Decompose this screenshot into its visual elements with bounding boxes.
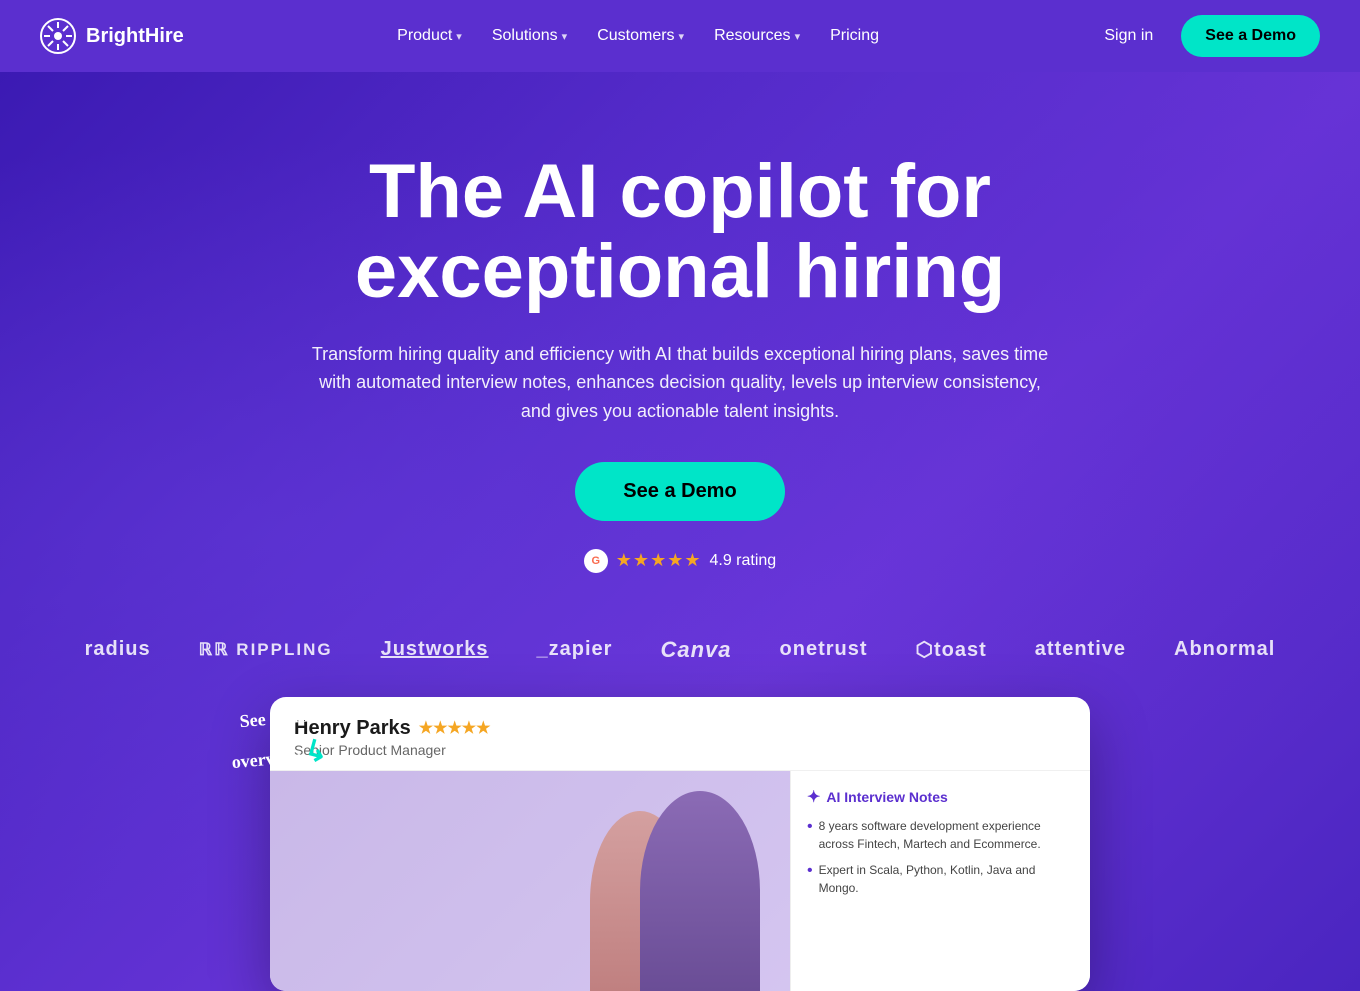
brand-abnormal: Abnormal [1174, 638, 1275, 661]
note-item-1: • 8 years software development experienc… [807, 817, 1074, 853]
logo-text: BrightHire [86, 25, 184, 48]
overview-annotation: See 1 min overview ↳ [230, 707, 327, 775]
chevron-down-icon: ▾ [456, 30, 462, 43]
nav-links: Product ▾ Solutions ▾ Customers ▾ Resour… [385, 19, 891, 53]
brand-zapier: _zapier [537, 638, 613, 661]
logo[interactable]: BrightHire [40, 18, 184, 54]
brand-rippling: ℝℝ RIPPLING [199, 640, 333, 660]
candidate-card: Henry Parks ★★★★★ Senior Product Manager… [270, 697, 1090, 991]
nav-resources[interactable]: Resources ▾ [702, 19, 812, 53]
nav-product[interactable]: Product ▾ [385, 19, 474, 53]
candidate-job-title: Senior Product Manager [294, 742, 1066, 758]
brand-onetrust: onetrust [780, 638, 868, 661]
star-icons: ★★★★★ [616, 550, 702, 571]
card-body: ✦ AI Interview Notes • 8 years software … [270, 771, 1090, 991]
video-placeholder [270, 771, 790, 991]
bullet-icon: • [807, 859, 813, 883]
person-silhouette-2 [640, 791, 760, 991]
nav-solutions[interactable]: Solutions ▾ [480, 19, 579, 53]
sparkle-icon: ✦ [807, 787, 820, 807]
nav-demo-button[interactable]: See a Demo [1181, 15, 1320, 57]
brand-toast: ⬡toast [916, 637, 987, 662]
candidate-rating-stars: ★★★★★ [419, 718, 491, 738]
brand-radius: radius [85, 638, 151, 661]
chevron-down-icon: ▾ [562, 30, 568, 43]
logo-icon [40, 18, 76, 54]
card-header: Henry Parks ★★★★★ Senior Product Manager [270, 697, 1090, 771]
notes-panel: ✦ AI Interview Notes • 8 years software … [790, 771, 1090, 991]
hero-section: The AI copilot for exceptional hiring Tr… [0, 72, 1360, 991]
nav-pricing[interactable]: Pricing [818, 19, 891, 53]
hero-subtitle: Transform hiring quality and efficiency … [310, 340, 1050, 426]
nav-right: Sign in See a Demo [1092, 15, 1320, 57]
brand-canva: Canva [660, 637, 731, 663]
hero-title: The AI copilot for exceptional hiring [310, 152, 1050, 312]
bullet-icon: • [807, 815, 813, 839]
candidate-name: Henry Parks ★★★★★ [294, 717, 1066, 740]
brand-justworks: Justworks [381, 638, 489, 661]
logo-bar-inner: radius ℝℝ RIPPLING Justworks _zapier Can… [85, 637, 1276, 663]
notes-title: ✦ AI Interview Notes [807, 787, 1074, 807]
logo-bar: radius ℝℝ RIPPLING Justworks _zapier Can… [0, 613, 1360, 687]
brand-attentive: attentive [1035, 638, 1126, 661]
hero-content: The AI copilot for exceptional hiring Tr… [270, 72, 1090, 613]
sign-in-link[interactable]: Sign in [1092, 19, 1165, 53]
preview-section: See 1 min overview ↳ Henry Parks ★★★★★ S… [0, 697, 1360, 991]
chevron-down-icon: ▾ [795, 30, 801, 43]
chevron-down-icon: ▾ [679, 30, 685, 43]
nav-customers[interactable]: Customers ▾ [585, 19, 696, 53]
rating-text: 4.9 rating [709, 552, 776, 570]
video-panel [270, 771, 790, 991]
hero-demo-button[interactable]: See a Demo [575, 462, 784, 521]
note-item-2: • Expert in Scala, Python, Kotlin, Java … [807, 861, 1074, 897]
rating-row: G ★★★★★ 4.9 rating [310, 549, 1050, 573]
navigation: BrightHire Product ▾ Solutions ▾ Custome… [0, 0, 1360, 72]
g2-icon: G [584, 549, 608, 573]
